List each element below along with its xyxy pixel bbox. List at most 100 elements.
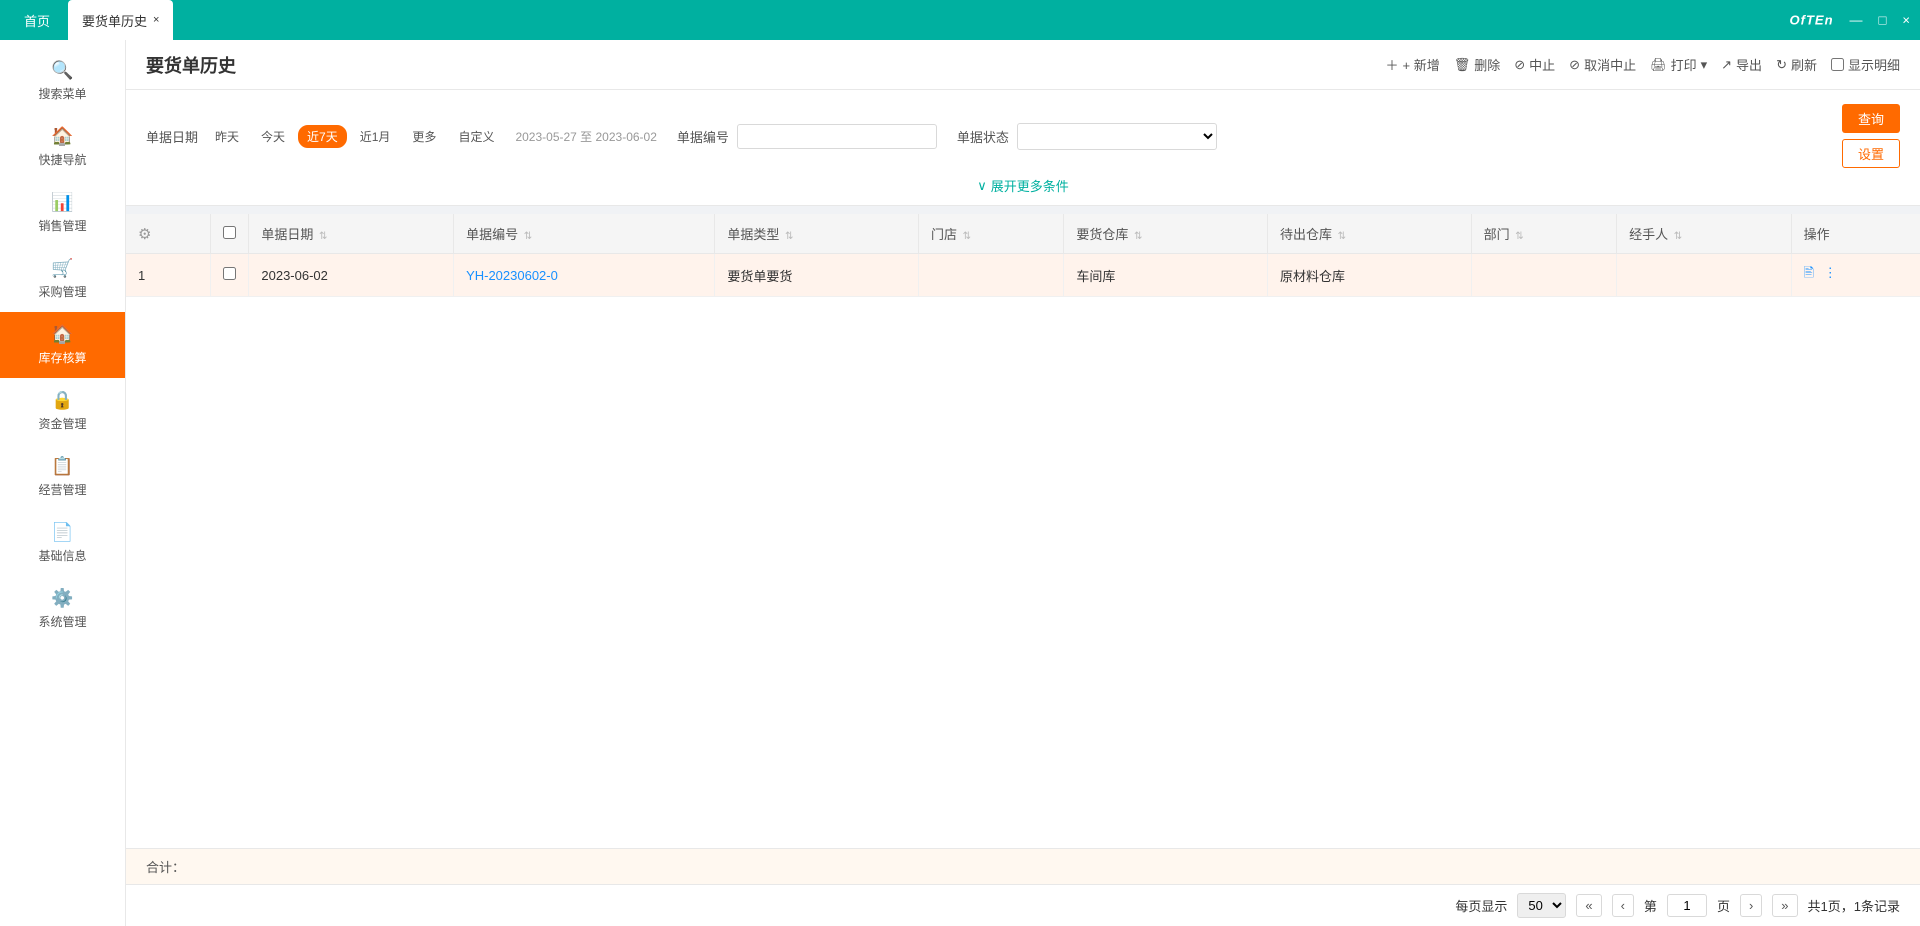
tab-requisition-history[interactable]: 要货单历史 × — [68, 0, 173, 40]
status-label: 单据状态 — [957, 127, 1009, 146]
delete-button[interactable]: 🗑 删除 — [1454, 55, 1501, 74]
print-button[interactable]: 🖨 打印 ▾ — [1650, 55, 1707, 74]
brand-label: OfTEn — [1790, 13, 1834, 28]
main-content: 要货单历史 ＋ + 新增 🗑 删除 ⊘ 中止 ⊘ 取消中止 — [126, 40, 1920, 926]
minimize-icon[interactable]: — — [1850, 13, 1863, 28]
sort-dept-icon[interactable]: ⇅ — [1515, 231, 1523, 242]
export-label: 导出 — [1736, 55, 1762, 74]
row-more-icon[interactable]: ⋮ — [1824, 265, 1837, 280]
finance-icon: 🔒 — [51, 390, 73, 411]
date-btn-more[interactable]: 更多 — [403, 125, 445, 148]
next-page-btn[interactable]: › — [1740, 894, 1762, 917]
col-date-label: 单据日期 — [261, 227, 313, 242]
print-label: 打印 — [1671, 55, 1697, 74]
table-row: 1 2023-06-02 YH-20230602-0 要货单要货 车间库 原材料… — [126, 254, 1920, 297]
sidebar-item-purchase-mgmt[interactable]: 🛒 采购管理 — [0, 246, 125, 312]
col-bill-no-label: 单据编号 — [466, 227, 518, 242]
col-bill-type-label: 单据类型 — [727, 227, 779, 242]
filter-area: 单据日期 昨天 今天 近7天 近1月 更多 自定义 2023-05-27 至 2… — [126, 90, 1920, 206]
tab-label: 要货单历史 — [82, 11, 147, 30]
maximize-icon[interactable]: □ — [1879, 13, 1887, 28]
bill-no-link[interactable]: YH-20230602-0 — [466, 268, 558, 283]
layout: 🔍 搜索菜单 🏠 快捷导航 📊 销售管理 🛒 采购管理 🏠 库存核算 🔒 资金管… — [0, 40, 1920, 926]
row-bill-type: 要货单要货 — [715, 254, 919, 297]
sidebar-item-label: 库存核算 — [38, 349, 86, 366]
row-view-icon[interactable]: 🖹 — [1804, 265, 1814, 280]
suspend-button[interactable]: ⊘ 中止 — [1514, 55, 1555, 74]
sidebar-item-search-menu[interactable]: 🔍 搜索菜单 — [0, 48, 125, 114]
top-bar: 首页 要货单历史 × OfTEn — □ × — [0, 0, 1920, 40]
show-detail-input[interactable] — [1831, 58, 1844, 71]
date-btn-1month[interactable]: 近1月 — [351, 125, 400, 148]
export-button[interactable]: ↗ 导出 — [1721, 55, 1762, 74]
row-checkbox[interactable] — [223, 267, 236, 280]
query-button[interactable]: 查询 — [1842, 104, 1900, 133]
system-icon: ⚙️ — [51, 588, 73, 609]
close-tab-icon[interactable]: × — [153, 14, 159, 26]
add-button[interactable]: ＋ + 新增 — [1385, 55, 1439, 74]
date-btn-today[interactable]: 今天 — [252, 125, 294, 148]
close-window-icon[interactable]: × — [1902, 13, 1910, 28]
show-detail-checkbox[interactable]: 显示明细 — [1831, 55, 1900, 74]
col-req-warehouse-label: 要货仓库 — [1076, 227, 1128, 242]
sidebar-item-system-mgmt[interactable]: ⚙️ 系统管理 — [0, 576, 125, 642]
sidebar-item-label: 搜索菜单 — [38, 85, 86, 102]
date-btn-7days[interactable]: 近7天 — [298, 125, 347, 148]
suspend-label: 中止 — [1529, 55, 1555, 74]
sort-req-warehouse-icon[interactable]: ⇅ — [1134, 231, 1142, 242]
cancel-suspend-button[interactable]: ⊘ 取消中止 — [1569, 55, 1636, 74]
sort-pending-warehouse-icon[interactable]: ⇅ — [1338, 231, 1346, 242]
sidebar-item-inventory-calc[interactable]: 🏠 库存核算 — [0, 312, 125, 378]
sidebar-item-finance-mgmt[interactable]: 🔒 资金管理 — [0, 378, 125, 444]
table-header-row: ⚙ 单据日期 ⇅ 单据编号 ⇅ — [126, 214, 1920, 254]
expand-label: 展开更多条件 — [991, 176, 1069, 195]
bill-no-input[interactable] — [737, 124, 937, 149]
sort-bill-type-icon[interactable]: ⇅ — [785, 231, 793, 242]
date-buttons: 昨天 今天 近7天 近1月 更多 自定义 — [206, 125, 503, 148]
row-date: 2023-06-02 — [249, 254, 454, 297]
expand-icon: ∨ — [977, 178, 987, 194]
row-no: 1 — [126, 254, 211, 297]
export-icon: ↗ — [1721, 57, 1732, 73]
per-page-select[interactable]: 50 — [1517, 893, 1566, 918]
sidebar-item-label: 销售管理 — [38, 217, 86, 234]
sidebar-item-label: 系统管理 — [38, 613, 86, 630]
status-select[interactable] — [1017, 123, 1217, 150]
inventory-icon: 🏠 — [51, 324, 73, 345]
settings-button[interactable]: 设置 — [1842, 139, 1900, 168]
row-bill-no[interactable]: YH-20230602-0 — [454, 254, 715, 297]
col-store-label: 门店 — [931, 227, 957, 242]
last-page-btn[interactable]: » — [1772, 894, 1797, 917]
refresh-label: 刷新 — [1791, 55, 1817, 74]
filter-action-buttons: 查询 设置 — [1842, 104, 1900, 168]
first-page-btn[interactable]: « — [1576, 894, 1601, 917]
col-bill-no: 单据编号 ⇅ — [454, 214, 715, 254]
expand-more-button[interactable]: ∨ 展开更多条件 — [146, 176, 1900, 195]
show-detail-label: 显示明细 — [1848, 55, 1900, 74]
col-store: 门店 ⇅ — [918, 214, 1063, 254]
sidebar-item-label: 采购管理 — [38, 283, 86, 300]
date-btn-custom[interactable]: 自定义 — [449, 125, 503, 148]
sort-handler-icon[interactable]: ⇅ — [1674, 231, 1682, 242]
col-setting[interactable]: ⚙ — [126, 214, 211, 254]
tab-home[interactable]: 首页 — [10, 0, 64, 40]
sort-store-icon[interactable]: ⇅ — [963, 231, 971, 242]
col-checkbox — [211, 214, 249, 254]
sidebar-item-basic-info[interactable]: 📄 基础信息 — [0, 510, 125, 576]
page-input[interactable] — [1667, 894, 1707, 917]
date-btn-yesterday[interactable]: 昨天 — [206, 125, 248, 148]
select-all-checkbox[interactable] — [223, 226, 236, 239]
column-setting-icon[interactable]: ⚙ — [138, 226, 151, 243]
sidebar-item-sales-mgmt[interactable]: 📊 销售管理 — [0, 180, 125, 246]
total-info: 共1页，1条记录 — [1808, 896, 1900, 915]
filter-row: 单据日期 昨天 今天 近7天 近1月 更多 自定义 2023-05-27 至 2… — [146, 104, 1900, 168]
search-menu-icon: 🔍 — [51, 60, 73, 81]
sidebar-item-label: 基础信息 — [38, 547, 86, 564]
prev-page-btn[interactable]: ‹ — [1612, 894, 1634, 917]
sidebar-item-quick-nav[interactable]: 🏠 快捷导航 — [0, 114, 125, 180]
refresh-button[interactable]: ↻ 刷新 — [1776, 55, 1817, 74]
sort-bill-no-icon[interactable]: ⇅ — [524, 231, 532, 242]
sort-date-icon[interactable]: ⇅ — [319, 231, 327, 242]
sidebar-item-operation-mgmt[interactable]: 📋 经营管理 — [0, 444, 125, 510]
table-wrapper: ⚙ 单据日期 ⇅ 单据编号 ⇅ — [126, 214, 1920, 848]
